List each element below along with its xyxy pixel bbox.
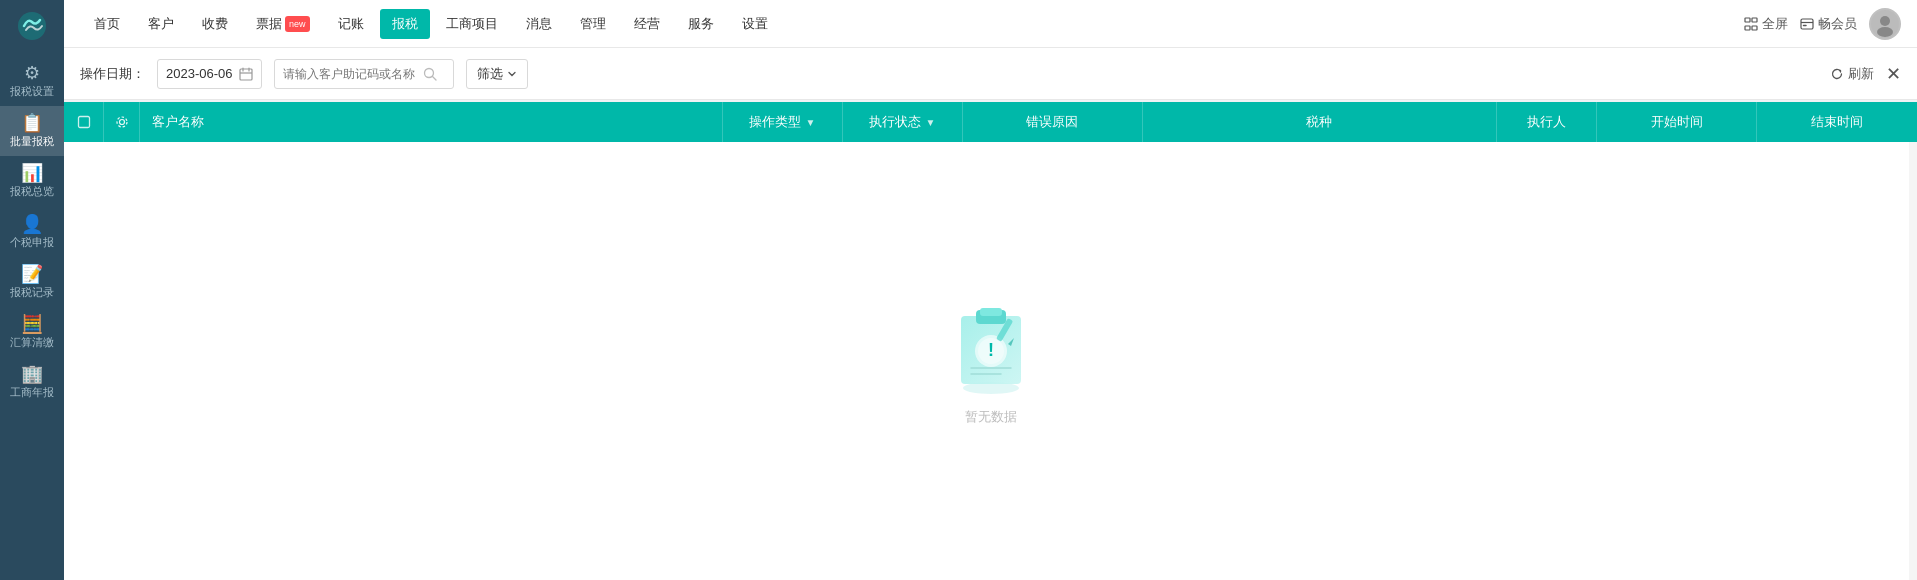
nav-item-guanli[interactable]: 管理 — [566, 0, 620, 48]
date-value: 2023-06-06 — [166, 66, 233, 81]
settings-icon — [115, 115, 129, 129]
piao-badge: new — [285, 16, 310, 32]
fullscreen-button[interactable]: 全屏 — [1744, 15, 1788, 33]
svg-rect-11 — [240, 69, 252, 80]
empty-text: 暂无数据 — [965, 408, 1017, 426]
svg-rect-2 — [1752, 18, 1757, 22]
baoshui-zonlan-icon: 📊 — [21, 164, 43, 182]
search-box[interactable] — [274, 59, 454, 89]
app-logo[interactable] — [14, 8, 50, 44]
toolbar: 操作日期： 2023-06-06 筛选 — [64, 48, 1917, 100]
nav-item-xiaoxi[interactable]: 消息 — [512, 0, 566, 48]
date-label: 操作日期： — [80, 65, 145, 83]
sidebar-item-label-piliang-baoshui: 批量报税 — [10, 135, 54, 148]
filter-label: 筛选 — [477, 65, 503, 83]
geshui-shenbao-icon: 👤 — [21, 215, 43, 233]
nav-item-jizhi[interactable]: 记账 — [324, 0, 378, 48]
avatar-icon — [1871, 10, 1899, 38]
nav-item-gongshang-xiangmu[interactable]: 工商项目 — [432, 0, 512, 48]
baoshui-shezhi-icon: ⚙ — [24, 64, 40, 82]
fullscreen-icon — [1744, 17, 1758, 31]
sidebar-item-baoshui-jilu[interactable]: 📝 报税记录 — [0, 257, 64, 307]
sidebar-item-label-huisuan-jiaona: 汇算清缴 — [10, 336, 54, 349]
checkbox-all-icon — [77, 115, 91, 129]
search-icon — [423, 67, 437, 81]
page-content: 操作日期： 2023-06-06 筛选 — [64, 48, 1917, 580]
nav-item-home[interactable]: 首页 — [80, 0, 134, 48]
top-nav: 首页 客户 收费 票据 new 记账 报税 工商项目 消息 — [64, 0, 1917, 48]
sidebar-item-baoshui-zonlan[interactable]: 📊 报税总览 — [0, 156, 64, 206]
nav-item-piao[interactable]: 票据 new — [242, 0, 324, 48]
close-button[interactable]: ✕ — [1886, 65, 1901, 83]
date-picker[interactable]: 2023-06-06 — [157, 59, 262, 89]
gongshang-nianbao-icon: 🏢 — [21, 365, 43, 383]
th-gear[interactable] — [104, 102, 140, 142]
sort-icon-status: ▼ — [925, 117, 935, 128]
th-error-reason: 错误原因 — [963, 102, 1143, 142]
main-wrapper: 首页 客户 收费 票据 new 记账 报税 工商项目 消息 — [64, 0, 1917, 580]
top-nav-right: 全屏 畅会员 — [1744, 8, 1901, 40]
table-body: ! 暂无数据 — [64, 142, 1917, 580]
sidebar-item-huisuan-jiaona[interactable]: 🧮 汇算清缴 — [0, 307, 64, 357]
sidebar-item-label-geshui-shenbao: 个税申报 — [10, 236, 54, 249]
search-input[interactable] — [283, 67, 423, 81]
baoshui-jilu-icon: 📝 — [21, 265, 43, 283]
sidebar-item-gongshang-nianbao[interactable]: 🏢 工商年报 — [0, 357, 64, 407]
nav-item-jingying[interactable]: 经营 — [620, 0, 674, 48]
svg-rect-17 — [78, 117, 89, 128]
th-start-time: 开始时间 — [1597, 102, 1757, 142]
sidebar-item-label-gongshang-nianbao: 工商年报 — [10, 386, 54, 399]
svg-point-18 — [119, 120, 124, 125]
sidebar-item-baoshui-shezhi[interactable]: ⚙ 报税设置 — [0, 56, 64, 106]
nav-item-shoufei[interactable]: 收费 — [188, 0, 242, 48]
th-end-time: 结束时间 — [1757, 102, 1917, 142]
empty-state: ! 暂无数据 — [946, 296, 1036, 426]
sidebar-item-label-baoshui-zonlan: 报税总览 — [10, 185, 54, 198]
svg-point-10 — [1877, 27, 1893, 37]
piliang-baoshui-icon: 📋 — [21, 114, 43, 132]
svg-rect-1 — [1745, 18, 1750, 22]
nav-item-shezhi[interactable]: 设置 — [728, 0, 782, 48]
nav-items: 首页 客户 收费 票据 new 记账 报税 工商项目 消息 — [80, 0, 1744, 48]
huisuan-jiaona-icon: 🧮 — [21, 315, 43, 333]
svg-rect-5 — [1801, 19, 1813, 29]
th-op-type[interactable]: 操作类型 ▼ — [723, 102, 843, 142]
th-exec-status[interactable]: 执行状态 ▼ — [843, 102, 963, 142]
svg-point-9 — [1880, 16, 1890, 26]
svg-line-16 — [432, 76, 436, 80]
member-icon — [1800, 17, 1814, 31]
svg-text:!: ! — [988, 340, 994, 360]
th-customer-name: 客户名称 — [140, 102, 723, 142]
scroll-track[interactable] — [1909, 142, 1917, 580]
user-avatar[interactable] — [1869, 8, 1901, 40]
sidebar-item-geshui-shenbao[interactable]: 👤 个税申报 — [0, 207, 64, 257]
table-container: 客户名称 操作类型 ▼ 执行状态 ▼ 错误原因 税种 执行人 — [64, 102, 1917, 580]
nav-item-customer[interactable]: 客户 — [134, 0, 188, 48]
table-header: 客户名称 操作类型 ▼ 执行状态 ▼ 错误原因 税种 执行人 — [64, 102, 1917, 142]
sidebar: ⚙ 报税设置 📋 批量报税 📊 报税总览 👤 个税申报 📝 报税记录 🧮 汇算清… — [0, 0, 64, 580]
refresh-label: 刷新 — [1848, 65, 1874, 83]
svg-rect-4 — [1752, 26, 1757, 30]
svg-point-19 — [117, 117, 127, 127]
sort-icon-optype: ▼ — [805, 117, 815, 128]
svg-rect-23 — [980, 308, 1002, 316]
calendar-icon — [239, 67, 253, 81]
filter-button[interactable]: 筛选 — [466, 59, 528, 89]
sidebar-item-label-baoshui-jilu: 报税记录 — [10, 286, 54, 299]
th-tax-type: 税种 — [1143, 102, 1497, 142]
nav-item-fuwu[interactable]: 服务 — [674, 0, 728, 48]
empty-illustration: ! — [946, 296, 1036, 396]
member-button[interactable]: 畅会员 — [1800, 15, 1857, 33]
nav-item-baoshui[interactable]: 报税 — [380, 9, 430, 39]
chevron-down-icon — [507, 69, 517, 79]
svg-rect-3 — [1745, 26, 1750, 30]
refresh-icon — [1830, 67, 1844, 81]
th-executor: 执行人 — [1497, 102, 1597, 142]
sidebar-item-label-baoshui-shezhi: 报税设置 — [10, 85, 54, 98]
th-checkbox[interactable] — [64, 102, 104, 142]
refresh-button[interactable]: 刷新 — [1830, 65, 1874, 83]
sidebar-item-piliang-baoshui[interactable]: 📋 批量报税 — [0, 106, 64, 156]
